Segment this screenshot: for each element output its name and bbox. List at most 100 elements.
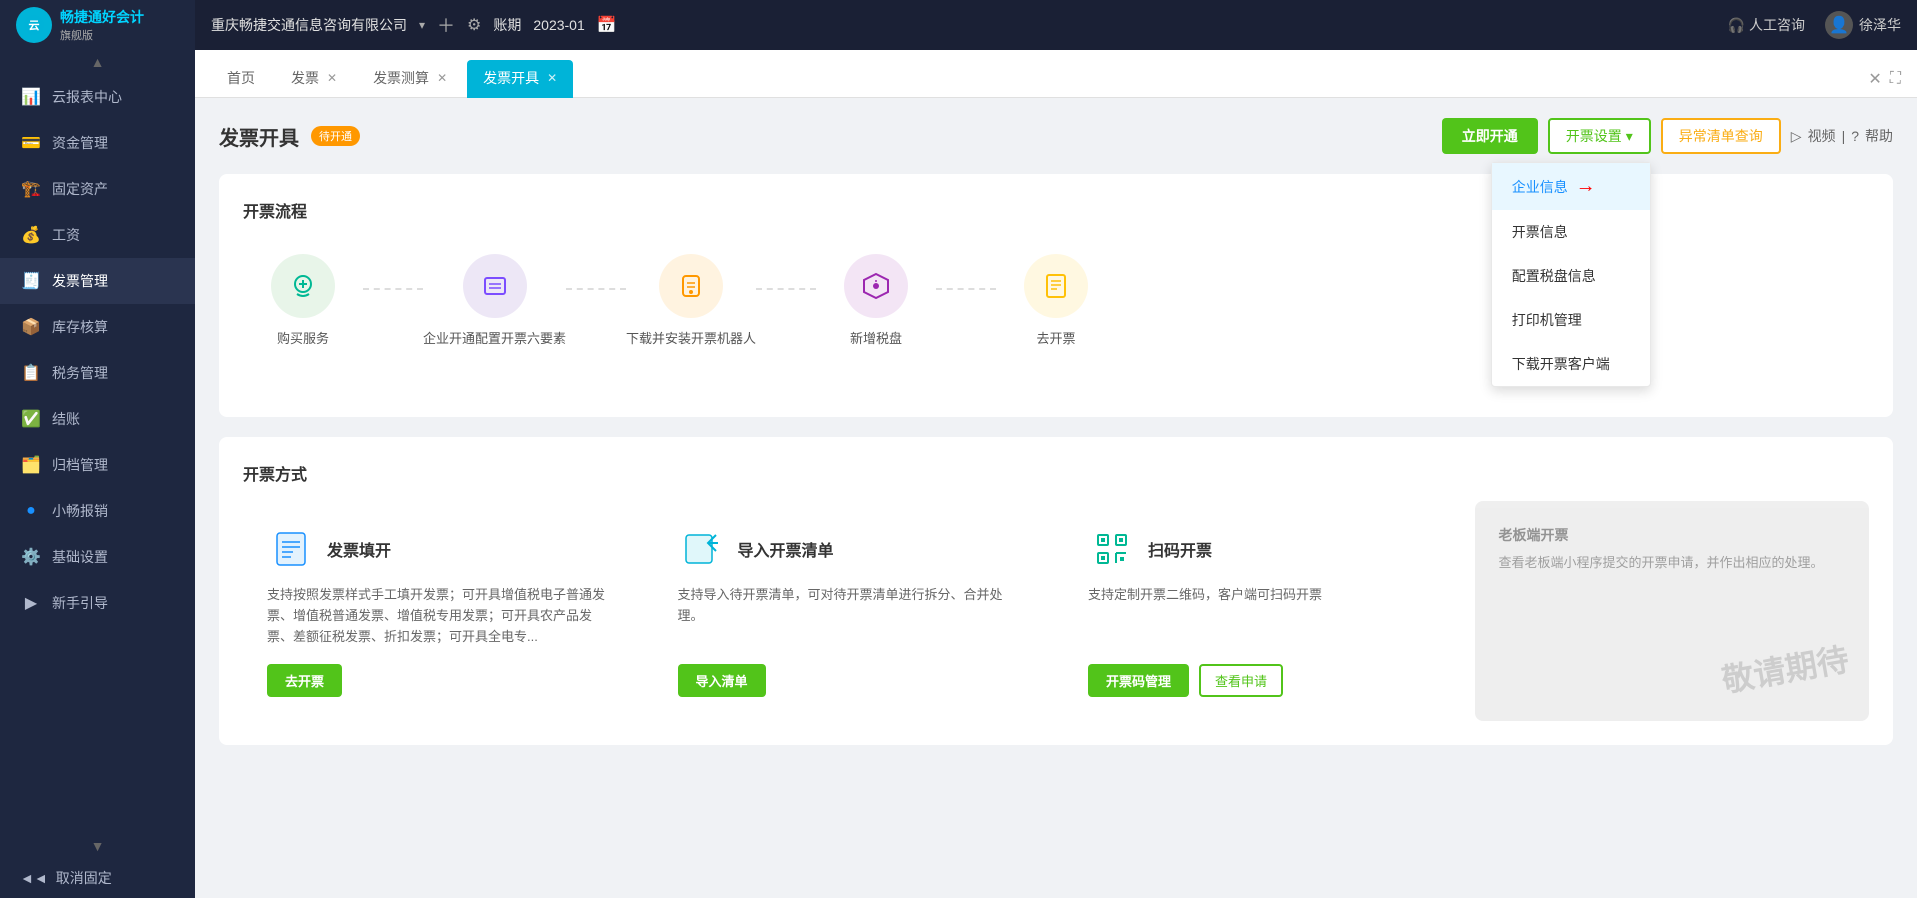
- tab-fapiaocesuan-close[interactable]: ✕: [437, 71, 447, 85]
- method-import-actions: 导入清单: [678, 664, 1025, 697]
- sidebar-label-fapiao: 发票管理: [52, 271, 108, 291]
- sidebar-label-jiezhang: 结账: [52, 409, 80, 429]
- scan-icon: [1088, 525, 1136, 573]
- sidebar-item-yunbao[interactable]: 📊 云报表中心: [0, 74, 195, 120]
- settings-dropdown-wrapper: 开票设置 ▾ 企业信息 → 开票信息 配置税盘信息: [1548, 118, 1651, 154]
- period-label: 账期: [493, 15, 521, 35]
- qr-manage-button[interactable]: 开票码管理: [1088, 664, 1189, 697]
- tab-fapiaokaichu-close[interactable]: ✕: [547, 71, 557, 85]
- headset-icon: 🎧: [1728, 17, 1745, 34]
- method-card-boss: 老板端开票 查看老板端小程序提交的开票申请，并作出相应的处理。 敬请期待: [1475, 501, 1870, 721]
- tab-fapiao-close[interactable]: ✕: [327, 71, 337, 85]
- separator: |: [1842, 128, 1846, 144]
- page-title: 发票开具: [219, 122, 299, 151]
- scroll-up-btn[interactable]: ▲: [0, 50, 195, 74]
- shuiwu-icon: 📋: [20, 362, 42, 384]
- tab-home[interactable]: 首页: [211, 60, 271, 98]
- top-actions: 立即开通 开票设置 ▾ 企业信息 →: [1442, 118, 1893, 154]
- cancel-label: 取消固定: [56, 868, 112, 888]
- sidebar-label-xinshouyindao: 新手引导: [52, 593, 108, 613]
- import-icon: [678, 525, 726, 573]
- svg-text:云: 云: [29, 19, 40, 32]
- tab-fapiaokaichu[interactable]: 发票开具 ✕: [467, 60, 573, 98]
- step5-icon: [1024, 254, 1088, 318]
- window-controls: ✕ ⛶: [1868, 69, 1917, 97]
- method-import-header: 导入开票清单: [678, 525, 1025, 573]
- gudingzichan-icon: 🏗️: [20, 178, 42, 200]
- dropdown-item-kaipiaoxinxi[interactable]: 开票信息: [1492, 210, 1650, 254]
- sidebar-item-fapiao[interactable]: 🧾 发票管理: [0, 258, 195, 304]
- method-card-scan: 扫码开票 支持定制开票二维码，客户端可扫码开票 开票码管理 查看申请: [1064, 501, 1459, 721]
- method-fill-actions: 去开票: [267, 664, 614, 697]
- sidebar-item-xinshouyindao[interactable]: ▶ 新手引导: [0, 580, 195, 626]
- edition-label: 旗舰版: [60, 27, 144, 43]
- user-menu[interactable]: 👤 徐泽华: [1825, 11, 1901, 39]
- settings-button[interactable]: 开票设置 ▾: [1548, 118, 1651, 154]
- sidebar-label-kucun: 库存核算: [52, 317, 108, 337]
- sidebar-label-gudingzichan: 固定资产: [52, 179, 108, 199]
- jichushezhi-icon: ⚙️: [20, 546, 42, 568]
- process-step-3[interactable]: 下载并安装开票机器人: [626, 254, 756, 347]
- methods-title: 开票方式: [243, 461, 1869, 485]
- view-apply-button[interactable]: 查看申请: [1199, 664, 1283, 697]
- method-import-title: 导入开票清单: [738, 537, 834, 561]
- method-fill-desc: 支持按照发票样式手工填开发票；可开具增值税电子普通发票、增值税普通发票、增值税专…: [267, 585, 614, 648]
- open-now-button[interactable]: 立即开通: [1442, 118, 1538, 154]
- dropdown-item-dayin[interactable]: 打印机管理: [1492, 298, 1650, 342]
- logo-text: 畅捷通好会计 旗舰版: [60, 7, 144, 43]
- method-scan-header: 扫码开票: [1088, 525, 1435, 573]
- sidebar-label-gongzi: 工资: [52, 225, 80, 245]
- sidebar: ▲ 📊 云报表中心 💳 资金管理 🏗️ 固定资产 💰 工资: [0, 50, 195, 898]
- sidebar-item-gongzi[interactable]: 💰 工资: [0, 212, 195, 258]
- calendar-icon[interactable]: 📅: [597, 15, 617, 35]
- logo-area: 云 畅捷通好会计 旗舰版: [0, 0, 195, 50]
- method-card-import: 导入开票清单 支持导入待开票清单，可对待开票清单进行拆分、合并处理。 导入清单: [654, 501, 1049, 721]
- status-badge: 待开通: [311, 126, 360, 146]
- abnormal-list-button[interactable]: 异常清单查询: [1661, 118, 1781, 154]
- step3-label: 下载并安装开票机器人: [626, 328, 756, 347]
- dropdown-item-peizhi[interactable]: 配置税盘信息: [1492, 254, 1650, 298]
- process-step-5[interactable]: 去开票: [996, 254, 1116, 347]
- yunbao-icon: 📊: [20, 86, 42, 108]
- sidebar-item-guidang[interactable]: 🗂️ 归档管理: [0, 442, 195, 488]
- method-scan-desc: 支持定制开票二维码，客户端可扫码开票: [1088, 585, 1435, 648]
- page-title-row: 发票开具 待开通 立即开通 开票设置 ▾: [219, 118, 1893, 154]
- sidebar-item-jiezhang[interactable]: ✅ 结账: [0, 396, 195, 442]
- video-help-btn[interactable]: ▷ 视频 | ? 帮助: [1791, 126, 1893, 146]
- settings-icon[interactable]: ⚙: [467, 15, 481, 35]
- topbar-user-area: 🎧 人工咨询 👤 徐泽华: [1728, 11, 1901, 39]
- sidebar-item-zijin[interactable]: 💳 资金管理: [0, 120, 195, 166]
- dropdown-item-qiyexinxi[interactable]: 企业信息 →: [1492, 163, 1650, 210]
- method-fill-title: 发票填开: [327, 537, 391, 561]
- tab-fapiao[interactable]: 发票 ✕: [275, 60, 353, 98]
- close-window-btn[interactable]: ✕: [1868, 69, 1881, 89]
- add-icon[interactable]: ＋: [437, 12, 455, 38]
- sidebar-item-xiaochang[interactable]: ● 小畅报销: [0, 488, 195, 534]
- chevron-down-icon[interactable]: ▾: [419, 18, 425, 32]
- sidebar-item-kucun[interactable]: 📦 库存核算: [0, 304, 195, 350]
- fill-invoice-button[interactable]: 去开票: [267, 664, 342, 697]
- process-step-4[interactable]: 新增税盘: [816, 254, 936, 347]
- sidebar-item-gudingzichan[interactable]: 🏗️ 固定资产: [0, 166, 195, 212]
- consult-btn[interactable]: 🎧 人工咨询: [1728, 15, 1805, 35]
- chevron-down-icon: ▾: [1626, 128, 1633, 145]
- methods-grid: 发票填开 支持按照发票样式手工填开发票；可开具增值税电子普通发票、增值税普通发票…: [243, 501, 1869, 721]
- topbar-middle: 重庆畅捷交通信息咨询有限公司 ▾ ＋ ⚙ 账期 2023-01 📅: [211, 12, 1716, 38]
- step2-icon: [463, 254, 527, 318]
- company-name[interactable]: 重庆畅捷交通信息咨询有限公司: [211, 15, 407, 35]
- process-step-2[interactable]: 企业开通配置开票六要素: [423, 254, 566, 347]
- zijin-icon: 💳: [20, 132, 42, 154]
- logo-icon: 云: [16, 7, 52, 43]
- cancel-fixed-btn[interactable]: ◄◄ 取消固定: [0, 858, 195, 898]
- play-icon: ▷: [1791, 128, 1802, 145]
- tab-fapiaocesuan[interactable]: 发票测算 ✕: [357, 60, 463, 98]
- maximize-window-btn[interactable]: ⛶: [1890, 70, 1901, 88]
- sidebar-item-shuiwu[interactable]: 📋 税务管理: [0, 350, 195, 396]
- sidebar-label-zijin: 资金管理: [52, 133, 108, 153]
- sidebar-item-jichushezhi[interactable]: ⚙️ 基础设置: [0, 534, 195, 580]
- import-list-button[interactable]: 导入清单: [678, 664, 766, 697]
- dropdown-item-xiazai[interactable]: 下载开票客户端: [1492, 342, 1650, 386]
- method-scan-actions: 开票码管理 查看申请: [1088, 664, 1435, 697]
- scroll-down-btn[interactable]: ▼: [0, 834, 195, 858]
- process-step-1[interactable]: 购买服务: [243, 254, 363, 347]
